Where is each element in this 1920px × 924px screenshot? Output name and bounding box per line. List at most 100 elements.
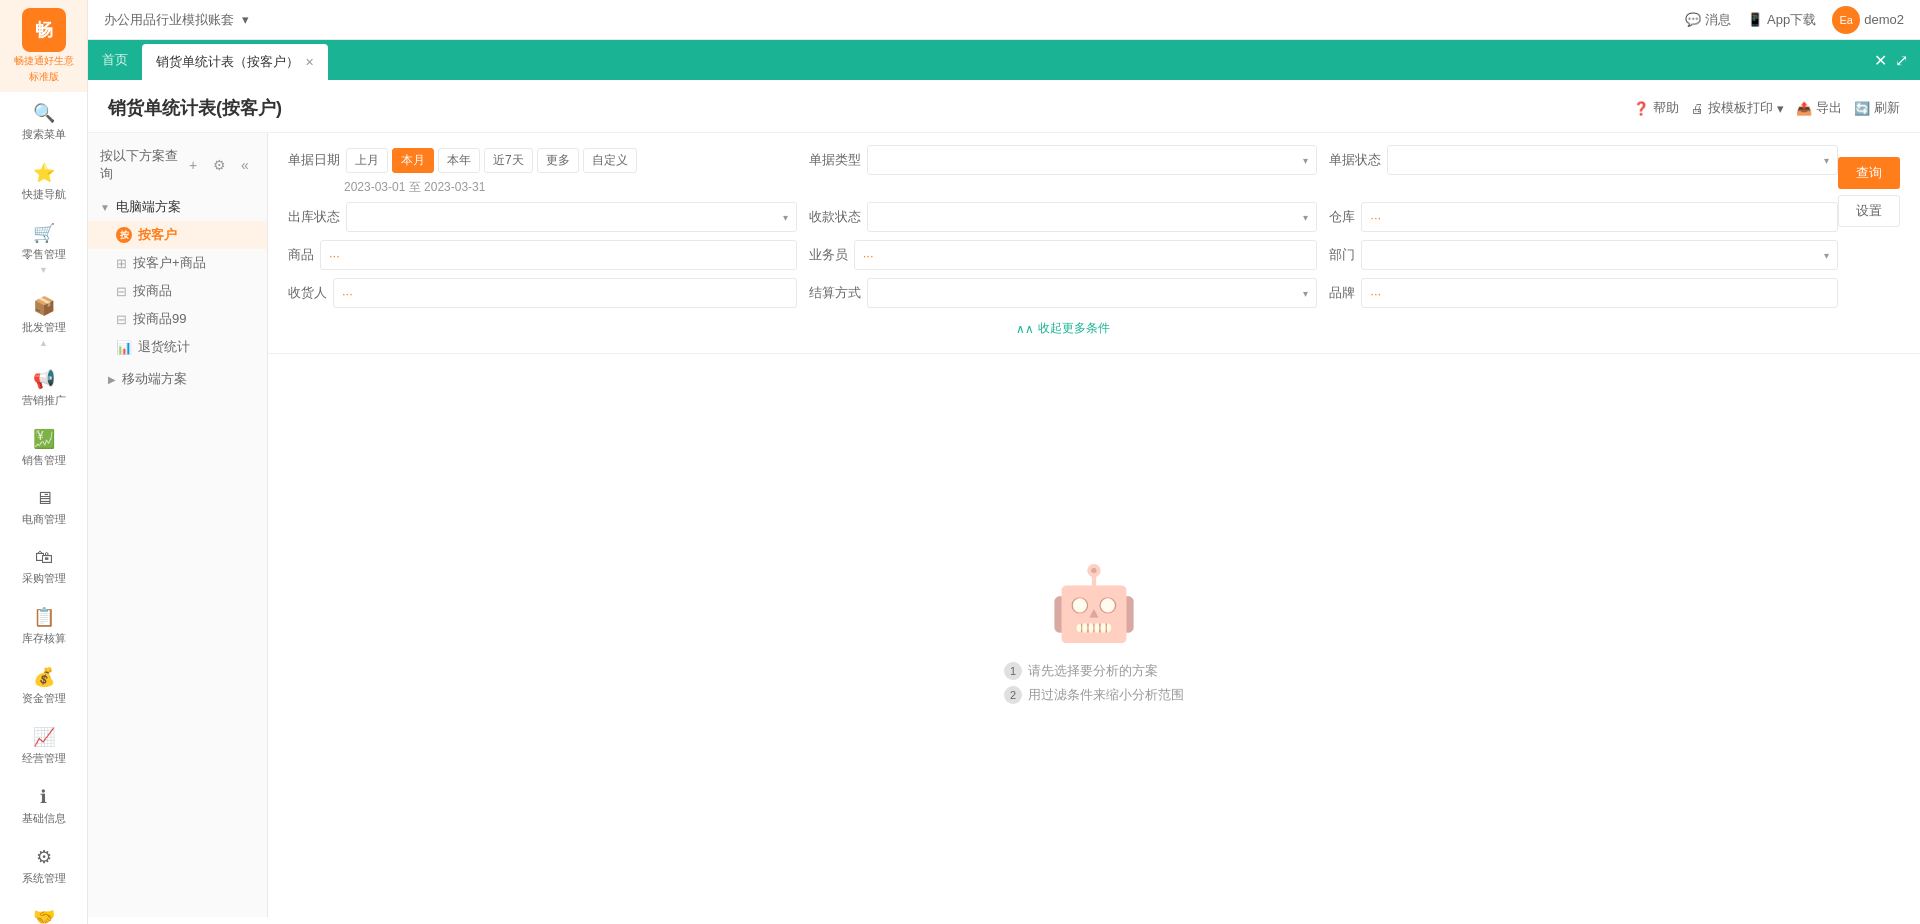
doc-type-select[interactable]: ▾ — [867, 145, 1318, 175]
query-button[interactable]: 查询 — [1838, 157, 1900, 189]
mobile-scheme-section: ▶ 移动端方案 — [88, 365, 267, 393]
scheme-by-customer[interactable]: 按 按客户 — [88, 221, 267, 249]
collapse-left-icon: « — [241, 157, 249, 173]
filter-warehouse: 仓库 ··· — [1329, 202, 1838, 232]
sidebar-item-business[interactable]: 📈 经营管理 — [0, 716, 87, 776]
page-title: 销货单统计表(按客户) — [108, 96, 282, 120]
header-left: 办公用品行业模拟账套 ▾ — [104, 11, 249, 29]
scheme-icon-small: ⊞ — [116, 256, 127, 271]
industry-dropdown[interactable]: ▾ — [242, 12, 249, 27]
filter-row-2: 出库状态 ▾ 收款状态 — [288, 202, 1838, 232]
date-range-display: 2023-03-01 至 2023-03-31 — [344, 180, 485, 194]
receipt-status-label: 收款状态 — [809, 208, 861, 226]
add-scheme-button[interactable]: + — [183, 155, 203, 175]
staff-select[interactable]: ··· — [854, 240, 1318, 270]
sidebar-item-basic-info[interactable]: ℹ 基础信息 — [0, 776, 87, 836]
date-this-month[interactable]: 本月 — [392, 148, 434, 173]
sidebar-item-wholesale[interactable]: 📦 批发管理 ▲ — [0, 285, 87, 358]
expand-arrow: ▼ — [39, 265, 48, 275]
date-this-year[interactable]: 本年 — [438, 148, 480, 173]
brand-select[interactable]: ··· — [1361, 278, 1838, 308]
date-last-7[interactable]: 近7天 — [484, 148, 533, 173]
sidebar-item-sales[interactable]: 💹 销售管理 — [0, 418, 87, 478]
sidebar-item-search[interactable]: 🔍 搜索菜单 — [0, 92, 87, 152]
system-icon: ⚙ — [36, 846, 52, 868]
app-download-button[interactable]: 📱 App下载 — [1747, 11, 1816, 29]
scheme-by-goods[interactable]: ⊟ 按商品 — [88, 277, 267, 305]
sidebar-item-label: 销售管理 — [22, 453, 66, 468]
sidebar-item-label: 资金管理 — [22, 691, 66, 706]
sidebar-item-marketing[interactable]: 📢 营销推广 — [0, 358, 87, 418]
receipt-status-select[interactable]: ▾ — [867, 202, 1318, 232]
sidebar-item-label: 采购管理 — [22, 571, 66, 586]
date-last-month[interactable]: 上月 — [346, 148, 388, 173]
sidebar-item-enterprise[interactable]: 🤝 企业协同 — [0, 896, 87, 924]
collapse-filters-button[interactable]: ∧∧ 收起更多条件 — [1016, 316, 1110, 341]
sidebar-item-inventory[interactable]: 📋 库存核算 — [0, 596, 87, 656]
close-window-icon[interactable]: ✕ — [1874, 51, 1887, 70]
brand-label: 品牌 — [1329, 284, 1355, 302]
filter-staff: 业务员 ··· — [809, 240, 1318, 270]
tab-home-label: 首页 — [102, 51, 128, 69]
logo-text: 畅捷通好生意 — [14, 54, 74, 68]
scheme-settings-button[interactable]: ⚙ — [209, 155, 229, 175]
scheme-by-goods-99[interactable]: ⊟ 按商品99 — [88, 305, 267, 333]
tab-home[interactable]: 首页 — [88, 40, 142, 80]
tip-item-1: 1 请先选择要分析的方案 — [1004, 662, 1184, 680]
filter-goods: 商品 ··· — [288, 240, 797, 270]
sidebar-item-label: 批发管理 — [22, 320, 66, 335]
empty-tips: 1 请先选择要分析的方案 2 用过滤条件来缩小分析范围 — [1004, 662, 1184, 710]
collapse-row: ∧∧ 收起更多条件 — [288, 316, 1838, 341]
right-panel: 单据日期 上月 本月 本年 近7天 更多 自定义 — [268, 133, 1920, 917]
mobile-scheme-header[interactable]: ▶ 移动端方案 — [88, 365, 267, 393]
avatar: Ea — [1832, 6, 1860, 34]
close-tab-button[interactable]: ✕ — [305, 56, 314, 69]
message-button[interactable]: 💬 消息 — [1685, 11, 1731, 29]
goods-label: 商品 — [288, 246, 314, 264]
maximize-window-icon[interactable]: ⤢ — [1895, 51, 1908, 70]
sidebar-item-system[interactable]: ⚙ 系统管理 — [0, 836, 87, 896]
tip-number-1: 1 — [1004, 662, 1022, 680]
scheme-return-stats[interactable]: 📊 退货统计 — [88, 333, 267, 361]
tab-bar: 首页 销货单统计表（按客户） ✕ ✕ ⤢ — [88, 40, 1920, 80]
desktop-scheme-header[interactable]: ▼ 电脑端方案 — [88, 193, 267, 221]
filter-brand: 品牌 ··· — [1329, 278, 1838, 308]
filter-area: 单据日期 上月 本月 本年 近7天 更多 自定义 — [268, 133, 1920, 354]
dept-select[interactable]: ▾ — [1361, 240, 1838, 270]
print-button[interactable]: 🖨 按模板打印 ▾ — [1691, 99, 1784, 117]
action-buttons: 查询 设置 — [1838, 145, 1900, 227]
doc-status-select[interactable]: ▾ — [1387, 145, 1838, 175]
out-status-select[interactable]: ▾ — [346, 202, 797, 232]
sidebar-item-ecommerce[interactable]: 🖥 电商管理 — [0, 478, 87, 537]
sidebar-item-label: 搜索菜单 — [22, 127, 66, 142]
window-controls: ✕ ⤢ — [1874, 40, 1920, 80]
user-profile[interactable]: Ea demo2 — [1832, 6, 1904, 34]
sidebar-item-quick-nav[interactable]: ⭐ 快捷导航 — [0, 152, 87, 212]
sidebar-item-label: 库存核算 — [22, 631, 66, 646]
collapse-panel-button[interactable]: « — [235, 155, 255, 175]
header-right: 💬 消息 📱 App下载 Ea demo2 — [1685, 6, 1904, 34]
recipient-select[interactable]: ··· — [333, 278, 797, 308]
logo-subtext: 标准版 — [29, 70, 59, 84]
export-button[interactable]: 📤 导出 — [1796, 99, 1842, 117]
message-icon: 💬 — [1685, 12, 1701, 27]
tip-number-2: 2 — [1004, 686, 1022, 704]
scheme-by-customer-goods[interactable]: ⊞ 按客户+商品 — [88, 249, 267, 277]
sidebar-item-purchase[interactable]: 🛍 采购管理 — [0, 537, 87, 596]
tab-sales-stats-label: 销货单统计表（按客户） — [156, 53, 299, 71]
date-custom[interactable]: 自定义 — [583, 148, 637, 173]
goods-select[interactable]: ··· — [320, 240, 797, 270]
info-icon: ℹ — [40, 786, 47, 808]
purchase-icon: 🛍 — [35, 547, 53, 568]
tab-sales-stats[interactable]: 销货单统计表（按客户） ✕ — [142, 44, 328, 80]
settlement-select[interactable]: ▾ — [867, 278, 1318, 308]
warehouse-select[interactable]: ··· — [1361, 202, 1838, 232]
expand-arrow-icon: ▶ — [108, 374, 116, 385]
sidebar-item-retail[interactable]: 🛒 零售管理 ▼ — [0, 212, 87, 285]
date-more[interactable]: 更多 — [537, 148, 579, 173]
refresh-button[interactable]: 🔄 刷新 — [1854, 99, 1900, 117]
help-button[interactable]: ❓ 帮助 — [1633, 99, 1679, 117]
settings-button[interactable]: 设置 — [1838, 195, 1900, 227]
scheme-icon-small: 📊 — [116, 340, 132, 355]
sidebar-item-finance[interactable]: 💰 资金管理 — [0, 656, 87, 716]
